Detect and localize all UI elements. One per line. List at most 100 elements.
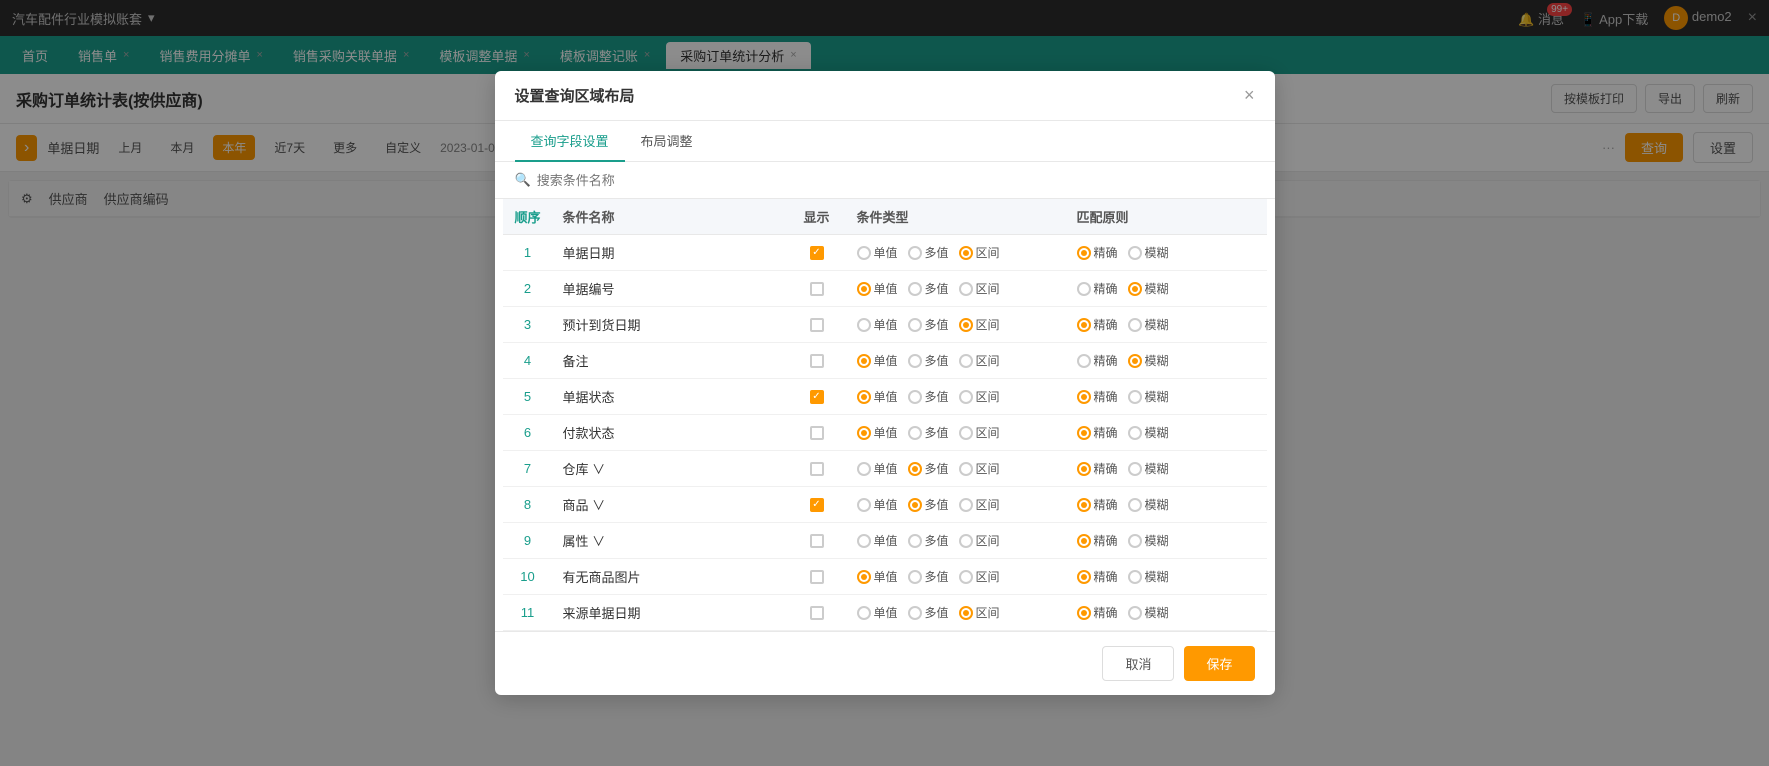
type-single-6[interactable]: 单值 [857, 460, 898, 477]
match-exact-1[interactable]: 精确 [1077, 280, 1118, 297]
table-head-row: 顺序 条件名称 显示 条件类型 匹配原则 [503, 199, 1267, 235]
show-checkbox-8[interactable] [810, 534, 824, 548]
type-multi-8[interactable]: 多值 [908, 532, 949, 549]
type-range-3[interactable]: 区间 [959, 352, 1000, 369]
cancel-button[interactable]: 取消 [1102, 646, 1174, 681]
row-order-10: 11 [503, 595, 553, 631]
row-show-10[interactable] [787, 595, 847, 631]
show-checkbox-3[interactable] [810, 354, 824, 368]
col-header-name: 条件名称 [553, 199, 787, 235]
type-single-10[interactable]: 单值 [857, 604, 898, 621]
row-show-0[interactable] [787, 235, 847, 271]
type-range-0[interactable]: 区间 [959, 244, 1000, 261]
row-show-5[interactable] [787, 415, 847, 451]
type-single-8[interactable]: 单值 [857, 532, 898, 549]
type-range-9[interactable]: 区间 [959, 568, 1000, 585]
row-show-9[interactable] [787, 559, 847, 595]
match-fuzzy-4[interactable]: 模糊 [1128, 388, 1169, 405]
match-fuzzy-9[interactable]: 模糊 [1128, 568, 1169, 585]
type-multi-10[interactable]: 多值 [908, 604, 949, 621]
type-multi-1[interactable]: 多值 [908, 280, 949, 297]
match-exact-10[interactable]: 精确 [1077, 604, 1118, 621]
show-checkbox-5[interactable] [810, 426, 824, 440]
match-exact-4[interactable]: 精确 [1077, 388, 1118, 405]
show-checkbox-6[interactable] [810, 462, 824, 476]
match-fuzzy-label-8: 模糊 [1145, 532, 1169, 549]
type-single-5[interactable]: 单值 [857, 424, 898, 441]
match-fuzzy-6[interactable]: 模糊 [1128, 460, 1169, 477]
search-input[interactable] [537, 173, 737, 188]
type-range-icon-3 [959, 354, 973, 368]
row-name-7: 商品 ∨ [553, 487, 787, 523]
match-fuzzy-5[interactable]: 模糊 [1128, 424, 1169, 441]
tab-layout-adjust[interactable]: 布局调整 [625, 121, 709, 162]
row-show-3[interactable] [787, 343, 847, 379]
show-checkbox-1[interactable] [810, 282, 824, 296]
type-multi-9[interactable]: 多值 [908, 568, 949, 585]
show-checkbox-4[interactable] [810, 390, 824, 404]
dialog-close-button[interactable]: × [1244, 85, 1255, 106]
row-match-4: 精确模糊 [1067, 379, 1267, 415]
type-range-1[interactable]: 区间 [959, 280, 1000, 297]
type-range-label-7: 区间 [976, 496, 1000, 513]
match-fuzzy-10[interactable]: 模糊 [1128, 604, 1169, 621]
match-exact-9[interactable]: 精确 [1077, 568, 1118, 585]
show-checkbox-7[interactable] [810, 498, 824, 512]
type-multi-5[interactable]: 多值 [908, 424, 949, 441]
match-fuzzy-7[interactable]: 模糊 [1128, 496, 1169, 513]
type-single-icon-1 [857, 282, 871, 296]
type-multi-3[interactable]: 多值 [908, 352, 949, 369]
match-fuzzy-3[interactable]: 模糊 [1128, 352, 1169, 369]
row-show-8[interactable] [787, 523, 847, 559]
show-checkbox-9[interactable] [810, 570, 824, 584]
match-exact-0[interactable]: 精确 [1077, 244, 1118, 261]
type-range-8[interactable]: 区间 [959, 532, 1000, 549]
type-single-9[interactable]: 单值 [857, 568, 898, 585]
row-order-7: 8 [503, 487, 553, 523]
match-fuzzy-8[interactable]: 模糊 [1128, 532, 1169, 549]
save-button[interactable]: 保存 [1184, 646, 1254, 681]
type-single-1[interactable]: 单值 [857, 280, 898, 297]
type-multi-4[interactable]: 多值 [908, 388, 949, 405]
show-checkbox-0[interactable] [810, 246, 824, 260]
type-range-5[interactable]: 区间 [959, 424, 1000, 441]
row-show-7[interactable] [787, 487, 847, 523]
type-range-label-4: 区间 [976, 388, 1000, 405]
type-range-4[interactable]: 区间 [959, 388, 1000, 405]
match-exact-3[interactable]: 精确 [1077, 352, 1118, 369]
type-single-7[interactable]: 单值 [857, 496, 898, 513]
match-exact-icon-8 [1077, 534, 1091, 548]
type-multi-2[interactable]: 多值 [908, 316, 949, 333]
type-single-4[interactable]: 单值 [857, 388, 898, 405]
match-exact-8[interactable]: 精确 [1077, 532, 1118, 549]
type-single-2[interactable]: 单值 [857, 316, 898, 333]
row-order-9: 10 [503, 559, 553, 595]
type-single-0[interactable]: 单值 [857, 244, 898, 261]
row-show-1[interactable] [787, 271, 847, 307]
type-single-icon-4 [857, 390, 871, 404]
type-single-3[interactable]: 单值 [857, 352, 898, 369]
type-multi-0[interactable]: 多值 [908, 244, 949, 261]
row-name-8: 属性 ∨ [553, 523, 787, 559]
match-exact-6[interactable]: 精确 [1077, 460, 1118, 477]
match-exact-5[interactable]: 精确 [1077, 424, 1118, 441]
show-checkbox-2[interactable] [810, 318, 824, 332]
tab-query-fields[interactable]: 查询字段设置 [515, 121, 625, 162]
type-range-6[interactable]: 区间 [959, 460, 1000, 477]
row-show-2[interactable] [787, 307, 847, 343]
match-fuzzy-2[interactable]: 模糊 [1128, 316, 1169, 333]
match-fuzzy-0[interactable]: 模糊 [1128, 244, 1169, 261]
type-range-2[interactable]: 区间 [959, 316, 1000, 333]
type-multi-6[interactable]: 多值 [908, 460, 949, 477]
match-fuzzy-1[interactable]: 模糊 [1128, 280, 1169, 297]
match-exact-2[interactable]: 精确 [1077, 316, 1118, 333]
match-exact-label-3: 精确 [1094, 352, 1118, 369]
row-show-6[interactable] [787, 451, 847, 487]
match-exact-icon-4 [1077, 390, 1091, 404]
type-range-10[interactable]: 区间 [959, 604, 1000, 621]
type-multi-7[interactable]: 多值 [908, 496, 949, 513]
match-exact-7[interactable]: 精确 [1077, 496, 1118, 513]
row-show-4[interactable] [787, 379, 847, 415]
type-range-7[interactable]: 区间 [959, 496, 1000, 513]
show-checkbox-10[interactable] [810, 606, 824, 620]
